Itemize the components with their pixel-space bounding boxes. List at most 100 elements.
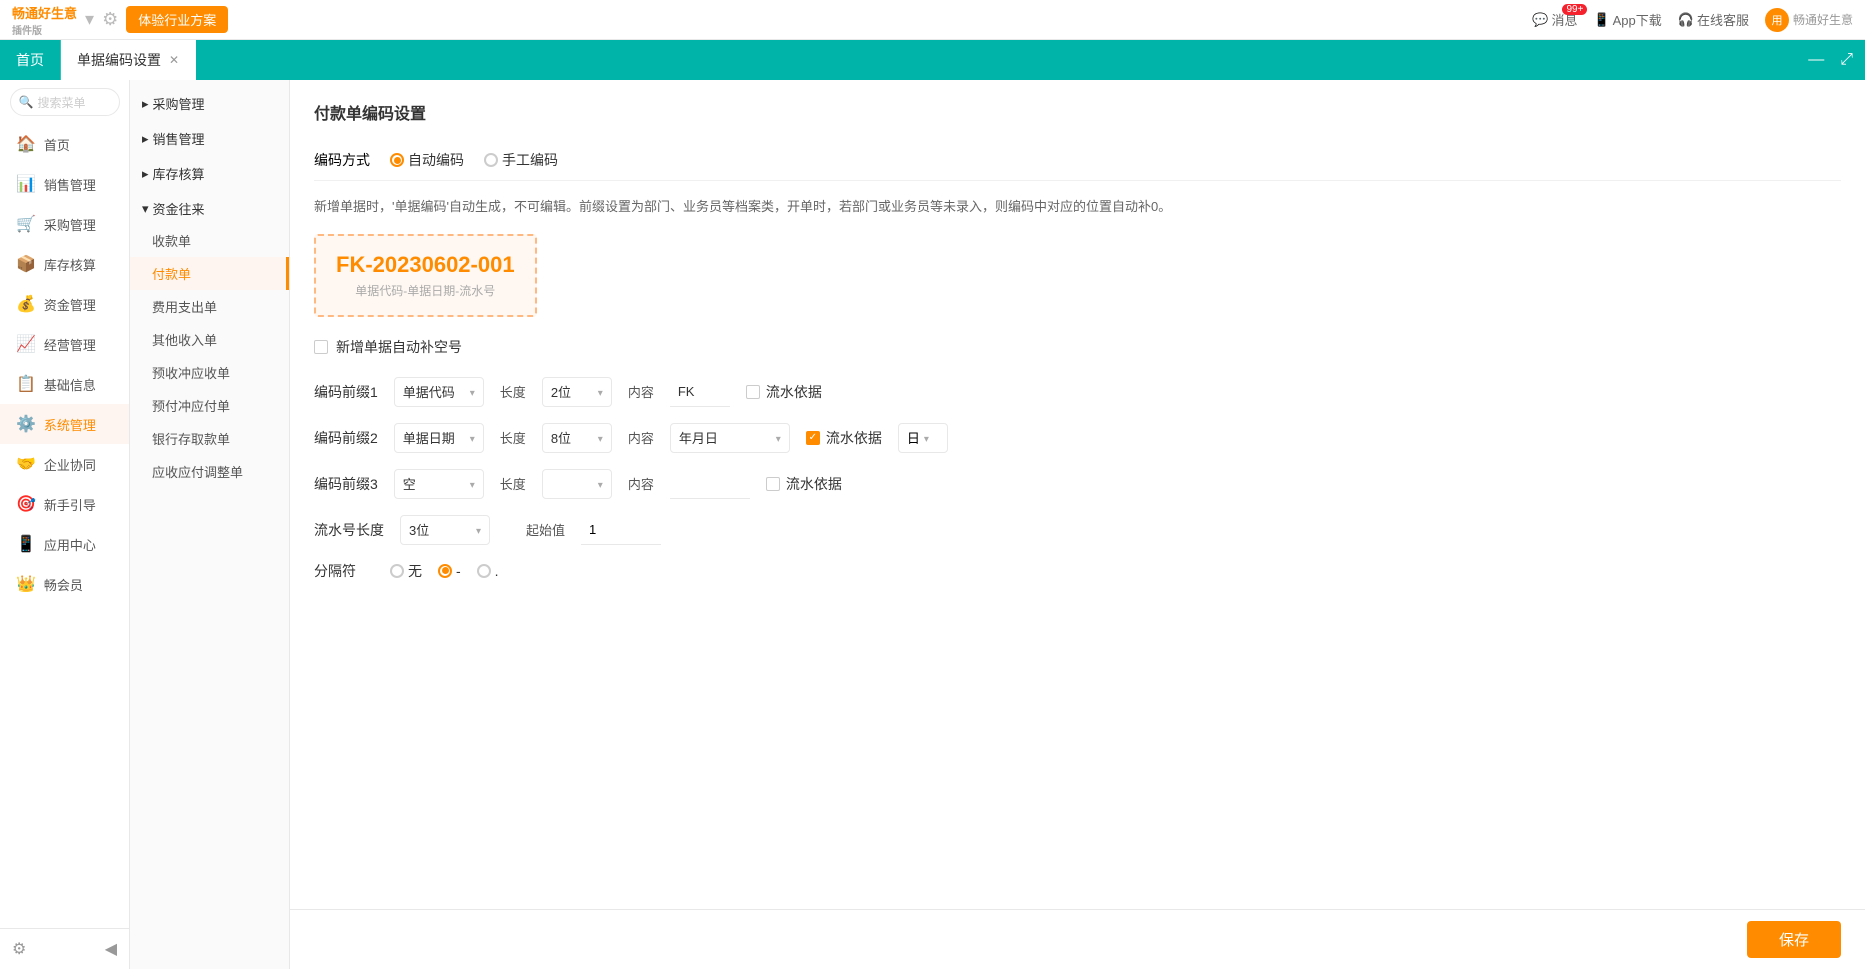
group-title-inventory[interactable]: 库存核算 xyxy=(130,158,289,189)
separator-dash-radio[interactable] xyxy=(438,564,452,578)
tab-bar: 首页 单据编码设置 ✕ — ⤢ xyxy=(0,40,1865,80)
nav-dropdown[interactable]: ▾ xyxy=(85,9,94,30)
separator-dash[interactable]: - xyxy=(438,563,461,579)
info-text: 新增单据时，'单据编码'自动生成，不可编辑。前缀设置为部门、业务员等档案类，开单… xyxy=(314,197,1841,218)
avatar: 用 xyxy=(1765,8,1789,32)
sidebar-bottom: ⚙ ◀ xyxy=(0,928,129,969)
prefix3-length-select[interactable] xyxy=(542,469,612,499)
sidebar-item-bank-deposit[interactable]: 银行存取款单 xyxy=(130,422,289,455)
tab-minimize-icon[interactable]: — xyxy=(1808,51,1824,69)
separator-dot[interactable]: . xyxy=(477,563,499,579)
app-logo: 畅通好生意 插件版 xyxy=(12,3,77,37)
sidebar-item-ar-ap-adjust[interactable]: 应收应付调整单 xyxy=(130,455,289,488)
prefix2-content-arrow xyxy=(776,430,781,445)
tab-encoding-settings[interactable]: 单据编码设置 ✕ xyxy=(61,40,196,80)
tab-expand-icon[interactable]: ⤢ xyxy=(1840,51,1853,69)
separator-none[interactable]: 无 xyxy=(390,561,422,581)
app-download-icon: 📱 xyxy=(1593,12,1609,28)
home-icon: 🏠 xyxy=(16,134,36,154)
operations-icon: 📈 xyxy=(16,334,36,354)
headset-icon: 🎧 xyxy=(1678,12,1694,28)
prefix1-length-select[interactable]: 2位 xyxy=(542,377,612,407)
prefix3-stream-checkbox[interactable] xyxy=(766,477,780,491)
purchase-icon: 🛒 xyxy=(16,214,36,234)
sidebar-item-prepay-payable[interactable]: 预付冲应付单 xyxy=(130,389,289,422)
sidebar-item-payment[interactable]: 付款单 xyxy=(130,257,289,290)
collapse-icon[interactable]: ◀ xyxy=(105,939,117,959)
prefix1-select-arrow xyxy=(470,384,475,399)
sidebar-item-app-center[interactable]: 📱 应用中心 xyxy=(0,524,129,564)
experience-btn[interactable]: 体验行业方案 xyxy=(126,6,228,33)
message-icon: 💬 xyxy=(1532,12,1548,28)
manual-code-radio-btn[interactable] xyxy=(484,153,498,167)
user-avatar[interactable]: 用 畅通好生意 xyxy=(1765,8,1853,32)
prefix2-day-select[interactable]: 日 xyxy=(898,423,948,453)
prefix2-select[interactable]: 单据日期 xyxy=(394,423,484,453)
prefix3-select[interactable]: 空 xyxy=(394,469,484,499)
prefix1-select[interactable]: 单据代码 xyxy=(394,377,484,407)
prefix2-length-select[interactable]: 8位 xyxy=(542,423,612,453)
top-bar-nav: ▾ ⚙ xyxy=(85,9,118,30)
sidebar-item-finance[interactable]: 💰 资金管理 xyxy=(0,284,129,324)
sidebar-item-sales[interactable]: 📊 销售管理 xyxy=(0,164,129,204)
chevron-right-icon xyxy=(142,166,149,182)
sidebar-item-prepay-receivable[interactable]: 预收冲应收单 xyxy=(130,356,289,389)
tab-close-icon[interactable]: ✕ xyxy=(169,53,179,67)
auto-fill-checkbox[interactable] xyxy=(314,340,328,354)
group-title-purchase[interactable]: 采购管理 xyxy=(130,88,289,119)
prefix2-content-label: 内容 xyxy=(628,428,654,447)
sidebar-item-receipt[interactable]: 收款单 xyxy=(130,224,289,257)
prefix2-stream-checkbox[interactable]: ✓ xyxy=(806,431,820,445)
sidebar-item-purchase[interactable]: 🛒 采购管理 xyxy=(0,204,129,244)
chevron-right-icon xyxy=(142,131,149,147)
prefix2-content-select[interactable]: 年月日 xyxy=(670,423,790,453)
config-row-prefix2: 编码前缀2 单据日期 长度 8位 内容 年月日 ✓ 流水依据 日 xyxy=(314,423,1841,453)
search-menu[interactable]: 🔍 搜索菜单 xyxy=(10,88,120,116)
separator-row: 分隔符 无 - . xyxy=(314,561,1841,581)
encoding-method-row: 编码方式 自动编码 手工编码 xyxy=(314,140,1841,181)
settings-bottom-icon[interactable]: ⚙ xyxy=(12,939,26,959)
manual-code-radio[interactable]: 手工编码 xyxy=(484,150,558,170)
group-title-sales[interactable]: 销售管理 xyxy=(130,123,289,154)
sidebar-item-membership[interactable]: 👑 畅会员 xyxy=(0,564,129,604)
prefix1-stream-checkbox[interactable] xyxy=(746,385,760,399)
settings-icon[interactable]: ⚙ xyxy=(102,9,118,30)
left-sidebar: 🔍 搜索菜单 🏠 首页 📊 销售管理 🛒 采购管理 📦 库存核算 💰 xyxy=(0,80,130,969)
prefix1-content-val: FK xyxy=(670,377,730,407)
auto-code-radio[interactable]: 自动编码 xyxy=(390,150,464,170)
app-download[interactable]: 📱 App下载 xyxy=(1593,10,1661,29)
preview-desc: 单据代码-单据日期-流水号 xyxy=(336,282,515,299)
cooperation-icon: 🤝 xyxy=(16,454,36,474)
sidebar-item-operations[interactable]: 📈 经营管理 xyxy=(0,324,129,364)
serial-length-row: 流水号长度 3位 起始值 1 xyxy=(314,515,1841,545)
serial-length-select[interactable]: 3位 xyxy=(400,515,490,545)
sidebar-item-expense[interactable]: 费用支出单 xyxy=(130,290,289,323)
save-button[interactable]: 保存 xyxy=(1747,921,1841,958)
prefix3-content-label: 内容 xyxy=(628,474,654,493)
second-sidebar: 采购管理 销售管理 库存核算 资金往来 收款单 付款单 xyxy=(130,80,290,969)
auto-code-radio-btn[interactable] xyxy=(390,153,404,167)
app-center-icon: 📱 xyxy=(16,534,36,554)
sidebar-item-newbie[interactable]: 🎯 新手引导 xyxy=(0,484,129,524)
start-value-input[interactable]: 1 xyxy=(581,515,661,545)
sidebar-item-home[interactable]: 🏠 首页 xyxy=(0,124,129,164)
message-area[interactable]: 💬 消息 99+ xyxy=(1532,10,1577,29)
sidebar-item-system[interactable]: ⚙️ 系统管理 xyxy=(0,404,129,444)
prefix1-length-arrow xyxy=(598,384,603,399)
main-layout: 🔍 搜索菜单 🏠 首页 📊 销售管理 🛒 采购管理 📦 库存核算 💰 xyxy=(0,80,1865,969)
sidebar-item-other-income[interactable]: 其他收入单 xyxy=(130,323,289,356)
prefix2-day-arrow xyxy=(924,430,929,445)
preview-box: FK-20230602-001 单据代码-单据日期-流水号 xyxy=(314,234,537,317)
search-icon: 🔍 xyxy=(19,95,34,109)
group-title-capital[interactable]: 资金往来 xyxy=(130,193,289,224)
tab-home[interactable]: 首页 xyxy=(0,40,61,80)
sidebar-item-cooperation[interactable]: 🤝 企业协同 xyxy=(0,444,129,484)
separator-none-radio[interactable] xyxy=(390,564,404,578)
sidebar-item-basic-info[interactable]: 📋 基础信息 xyxy=(0,364,129,404)
prefix3-length-arrow xyxy=(598,476,603,491)
sidebar-item-inventory[interactable]: 📦 库存核算 xyxy=(0,244,129,284)
page-title: 付款单编码设置 xyxy=(314,100,1841,124)
prefix1-label: 编码前缀1 xyxy=(314,382,378,402)
separator-dot-radio[interactable] xyxy=(477,564,491,578)
online-service[interactable]: 🎧 在线客服 xyxy=(1678,10,1749,29)
